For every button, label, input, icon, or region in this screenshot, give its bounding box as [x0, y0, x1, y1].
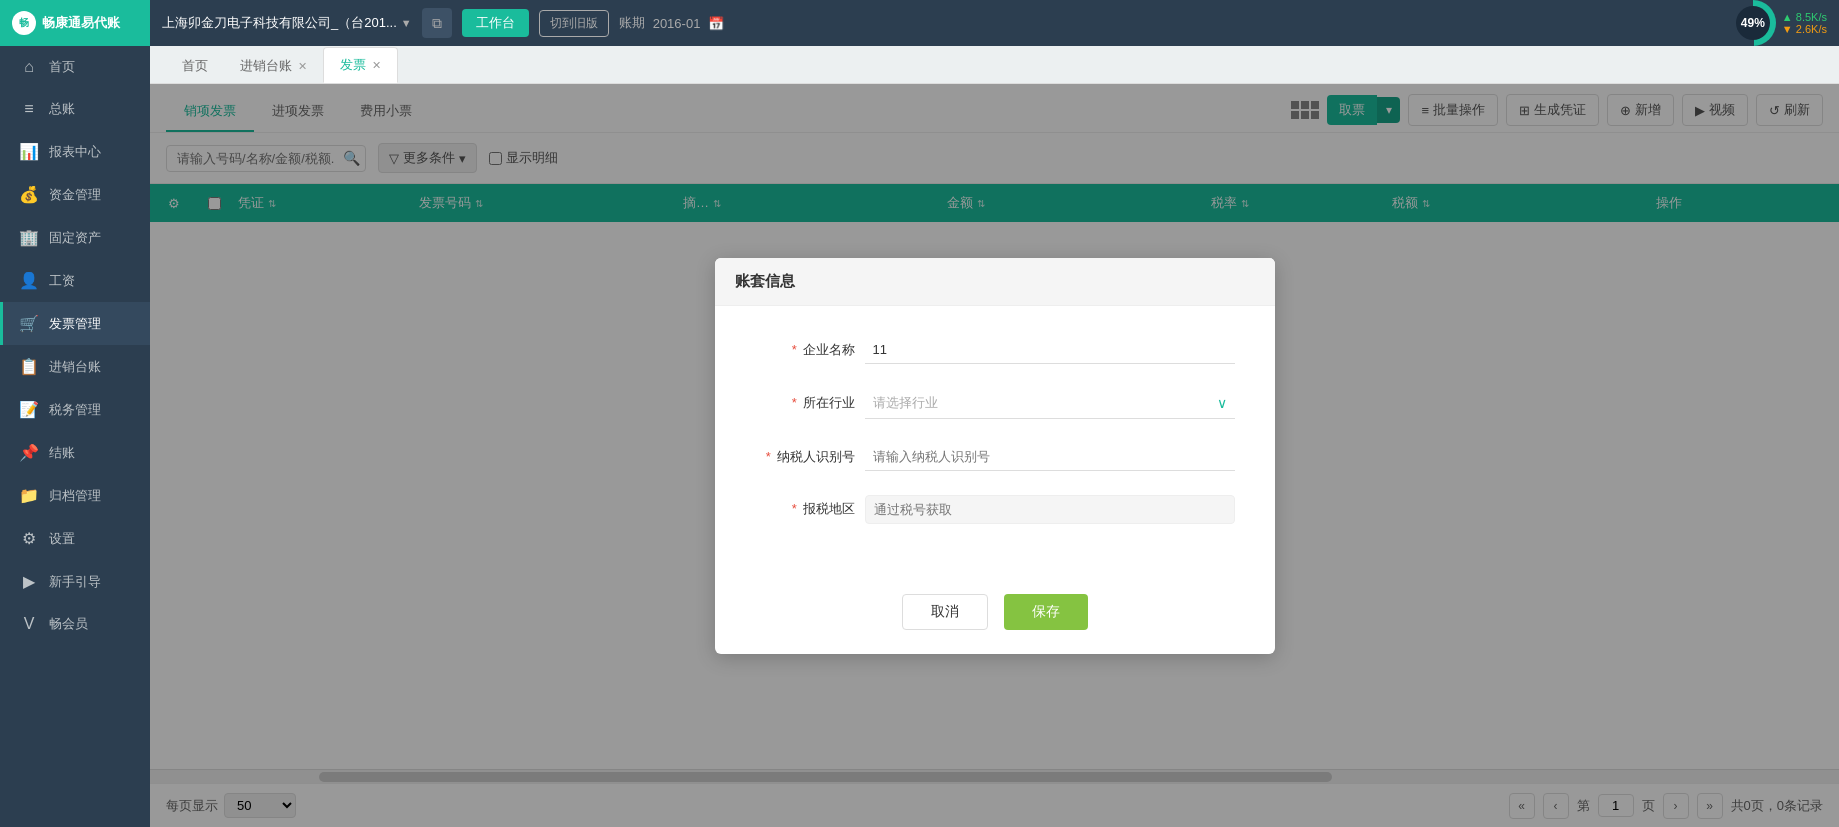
sidebar-item-label: 设置: [49, 530, 75, 548]
tax-icon: 📝: [19, 400, 39, 419]
company-dropdown-arrow[interactable]: ▼: [401, 17, 412, 29]
industry-select[interactable]: 请选择行业 ∨: [865, 388, 1235, 419]
form-row-tax-region: * 报税地区: [755, 495, 1235, 524]
sidebar-item-closing[interactable]: 📌 结账: [0, 431, 150, 474]
company-name: 上海卯金刀电子科技有限公司_（台201...: [162, 14, 397, 32]
sidebar-item-invoice[interactable]: 🛒 发票管理: [0, 302, 150, 345]
sidebar-item-label: 归档管理: [49, 487, 101, 505]
industry-placeholder: 请选择行业: [873, 394, 1217, 412]
required-asterisk: *: [792, 501, 797, 516]
archive-icon: 📁: [19, 486, 39, 505]
sidebar-item-label: 固定资产: [49, 229, 101, 247]
company-selector[interactable]: 上海卯金刀电子科技有限公司_（台201... ▼: [162, 14, 412, 32]
tax-region-label: * 报税地区: [755, 500, 865, 518]
sidebar-item-reports[interactable]: 📊 报表中心: [0, 130, 150, 173]
switch-old-button[interactable]: 切到旧版: [539, 10, 609, 37]
sidebar-logo: 畅 畅康通易代账: [0, 0, 150, 46]
sidebar-item-funds[interactable]: 💰 资金管理: [0, 173, 150, 216]
sidebar-item-label: 首页: [49, 58, 75, 76]
salary-icon: 👤: [19, 271, 39, 290]
guide-icon: ▶: [19, 572, 39, 591]
sidebar-item-label: 结账: [49, 444, 75, 462]
home-icon: ⌂: [19, 58, 39, 76]
form-row-tax-id: * 纳税人识别号: [755, 443, 1235, 471]
tab-invoice-close[interactable]: ✕: [372, 59, 381, 72]
invoice-icon: 🛒: [19, 314, 39, 333]
speed-down: ▼ 2.6K/s: [1782, 23, 1827, 35]
cancel-button[interactable]: 取消: [902, 594, 988, 630]
copy-icon-btn[interactable]: ⧉: [422, 8, 452, 38]
reports-icon: 📊: [19, 142, 39, 161]
workbench-button[interactable]: 工作台: [462, 9, 529, 37]
sidebar-item-label: 畅会员: [49, 615, 88, 633]
required-asterisk: *: [792, 395, 797, 410]
network-speeds: ▲ 8.5K/s ▼ 2.6K/s: [1782, 11, 1827, 35]
calendar-icon[interactable]: 📅: [708, 16, 724, 31]
form-row-industry: * 所在行业 请选择行业 ∨: [755, 388, 1235, 419]
sales-icon: 📋: [19, 357, 39, 376]
sidebar-item-label: 总账: [49, 100, 75, 118]
sidebar-item-label: 进销台账: [49, 358, 101, 376]
sidebar-item-label: 税务管理: [49, 401, 101, 419]
modal-title: 账套信息: [735, 272, 795, 289]
sidebar-item-ledger[interactable]: ≡ 总账: [0, 88, 150, 130]
ledger-icon: ≡: [19, 100, 39, 118]
sidebar-item-salary[interactable]: 👤 工资: [0, 259, 150, 302]
network-circle: 49%: [1730, 0, 1776, 46]
sidebar-item-assets[interactable]: 🏢 固定资产: [0, 216, 150, 259]
period-value: 2016-01: [653, 16, 701, 31]
funds-icon: 💰: [19, 185, 39, 204]
tax-id-label: * 纳税人识别号: [755, 448, 865, 466]
industry-label: * 所在行业: [755, 394, 865, 412]
required-asterisk: *: [792, 342, 797, 357]
assets-icon: 🏢: [19, 228, 39, 247]
main-content: 上海卯金刀电子科技有限公司_（台201... ▼ ⧉ 工作台 切到旧版 账期 2…: [150, 0, 1839, 827]
modal-overlay: 账套信息 * 企业名称 * 所在行: [150, 84, 1839, 827]
period-display: 账期 2016-01 📅: [619, 14, 725, 32]
logo-text: 畅康通易代账: [42, 14, 120, 32]
logo-icon: 畅: [12, 11, 36, 35]
modal-header: 账套信息: [715, 258, 1275, 306]
network-percent: 49%: [1741, 16, 1765, 30]
page-tabs: 首页 进销台账 ✕ 发票 ✕: [150, 46, 1839, 84]
tab-sales-ledger-close[interactable]: ✕: [298, 60, 307, 73]
topbar: 上海卯金刀电子科技有限公司_（台201... ▼ ⧉ 工作台 切到旧版 账期 2…: [150, 0, 1839, 46]
closing-icon: 📌: [19, 443, 39, 462]
sidebar-item-guide[interactable]: ▶ 新手引导: [0, 560, 150, 603]
modal-dialog: 账套信息 * 企业名称 * 所在行: [715, 258, 1275, 654]
form-row-company-name: * 企业名称: [755, 336, 1235, 364]
company-name-label: * 企业名称: [755, 341, 865, 359]
tax-region-input: [865, 495, 1235, 524]
sidebar-item-label: 发票管理: [49, 315, 101, 333]
content-area: 销项发票 进项发票 费用小票 取票 ▾: [150, 84, 1839, 827]
sidebar-item-label: 资金管理: [49, 186, 101, 204]
sidebar-item-label: 工资: [49, 272, 75, 290]
sidebar: 畅 畅康通易代账 ⌂ 首页 ≡ 总账 📊 报表中心 💰 资金管理 🏢 固定资产 …: [0, 0, 150, 827]
company-name-input[interactable]: [865, 336, 1235, 364]
sidebar-item-label: 新手引导: [49, 573, 101, 591]
industry-dropdown-arrow: ∨: [1217, 395, 1227, 411]
tab-invoice[interactable]: 发票 ✕: [323, 47, 398, 83]
modal-body: * 企业名称 * 所在行业 请选择行业 ∨: [715, 306, 1275, 578]
save-button[interactable]: 保存: [1004, 594, 1088, 630]
sidebar-item-archive[interactable]: 📁 归档管理: [0, 474, 150, 517]
period-label: 账期: [619, 14, 645, 32]
sidebar-item-member[interactable]: V 畅会员: [0, 603, 150, 645]
tax-id-input[interactable]: [865, 443, 1235, 471]
required-asterisk: *: [766, 449, 771, 464]
settings-icon: ⚙: [19, 529, 39, 548]
sidebar-item-label: 报表中心: [49, 143, 101, 161]
speed-up: ▲ 8.5K/s: [1782, 11, 1827, 23]
tab-home[interactable]: 首页: [166, 49, 224, 83]
tab-sales-ledger[interactable]: 进销台账 ✕: [224, 49, 323, 83]
sidebar-item-home[interactable]: ⌂ 首页: [0, 46, 150, 88]
sidebar-item-sales[interactable]: 📋 进销台账: [0, 345, 150, 388]
sidebar-item-tax[interactable]: 📝 税务管理: [0, 388, 150, 431]
network-area: 49% ▲ 8.5K/s ▼ 2.6K/s: [1730, 0, 1827, 46]
member-icon: V: [19, 615, 39, 633]
sidebar-item-settings[interactable]: ⚙ 设置: [0, 517, 150, 560]
modal-footer: 取消 保存: [715, 578, 1275, 654]
